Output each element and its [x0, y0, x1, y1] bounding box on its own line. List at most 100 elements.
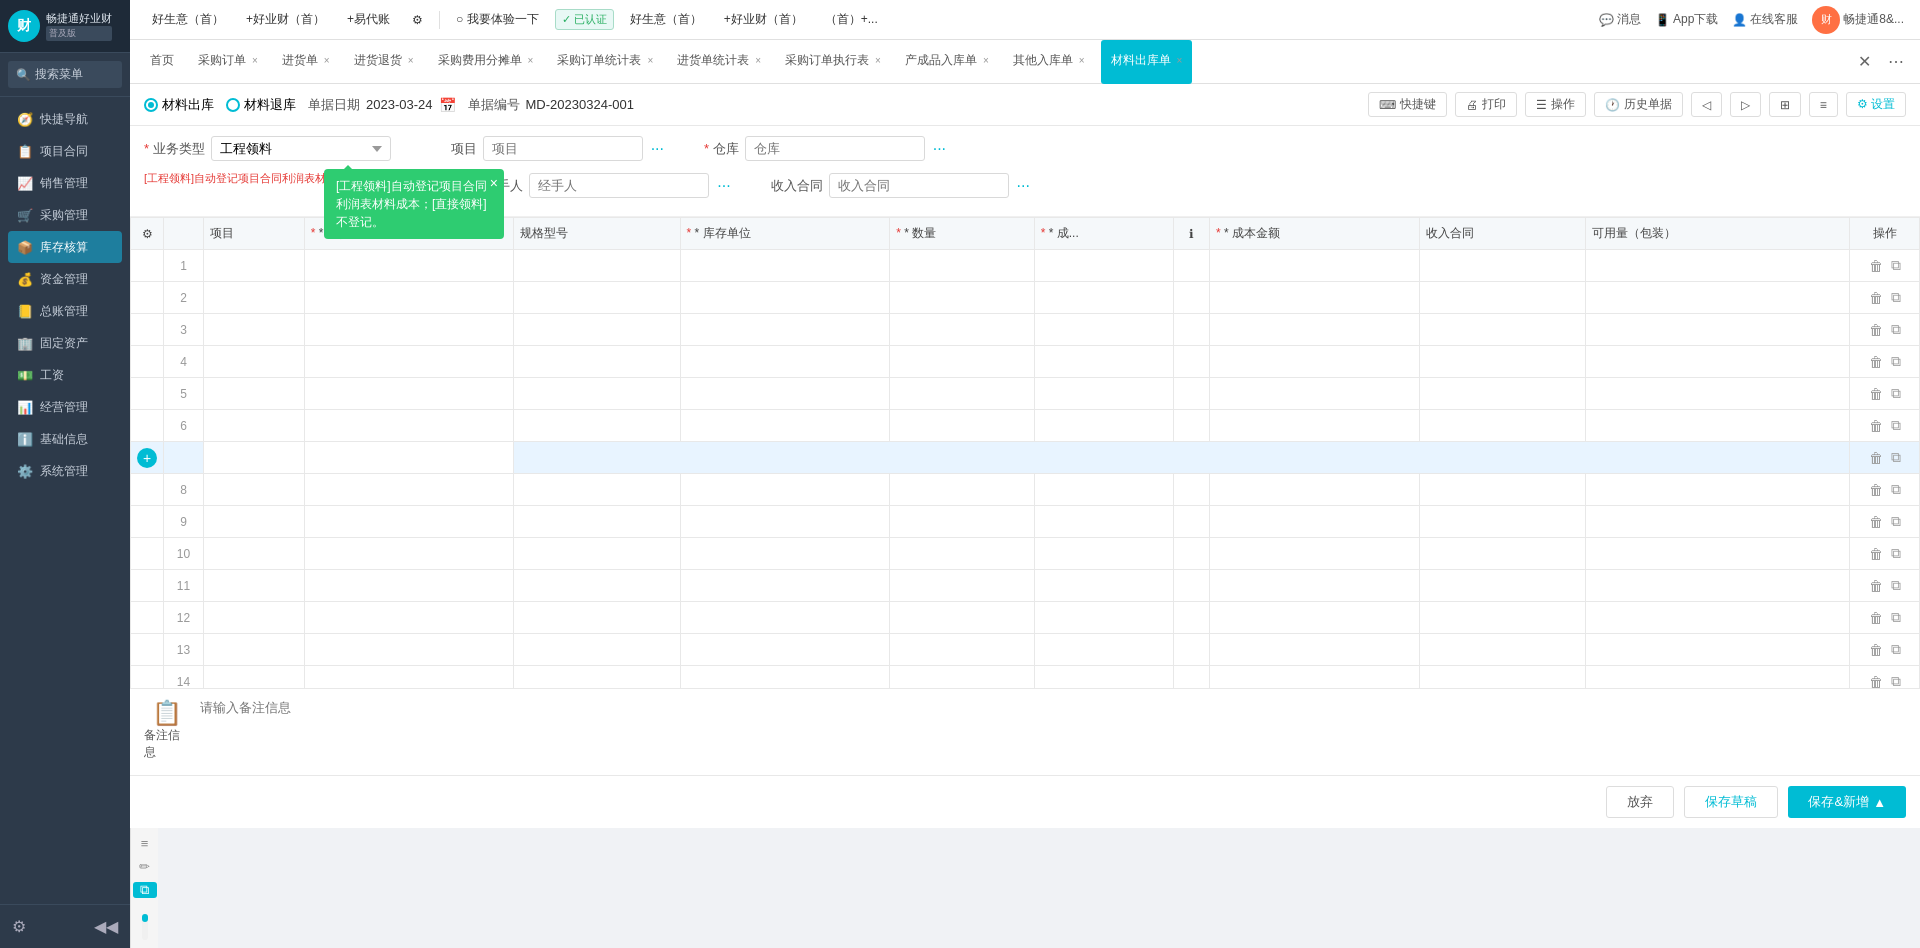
copy-row-button[interactable]: ⧉: [1889, 543, 1903, 564]
prev-record-button[interactable]: ◁: [1691, 92, 1722, 117]
tab-material-outbound[interactable]: 材料出库单 ×: [1101, 40, 1193, 84]
copy-row-button[interactable]: ⧉: [1889, 671, 1903, 688]
sidebar-item-finance[interactable]: 💰 资金管理: [8, 263, 122, 295]
warehouse-input[interactable]: [745, 136, 925, 161]
copy-row-button[interactable]: ⧉: [1889, 351, 1903, 372]
next-record-button[interactable]: ▷: [1730, 92, 1761, 117]
right-panel-btn-2[interactable]: ✏: [133, 859, 157, 874]
copy-row-button[interactable]: ⧉: [1889, 447, 1903, 468]
tab-other-inbound[interactable]: 其他入库单 ×: [1005, 40, 1093, 84]
project-input[interactable]: [483, 136, 643, 161]
tab-close-icon[interactable]: ×: [252, 55, 258, 66]
global-nav-trial[interactable]: ○ 我要体验一下: [450, 8, 545, 31]
delete-row-button[interactable]: 🗑: [1867, 319, 1885, 340]
sidebar-item-inventory[interactable]: 📦 库存核算: [8, 231, 122, 263]
delete-row-button[interactable]: 🗑: [1867, 351, 1885, 372]
add-row-button[interactable]: +: [137, 448, 157, 468]
tab-purchase-fee[interactable]: 采购费用分摊单 ×: [430, 40, 542, 84]
copy-row-button[interactable]: ⧉: [1889, 511, 1903, 532]
sidebar-item-system[interactable]: ⚙️ 系统管理: [8, 455, 122, 487]
settings-footer-button[interactable]: ⚙: [8, 913, 30, 940]
sidebar-item-salary[interactable]: 💵 工资: [8, 359, 122, 391]
tab-close-icon-active[interactable]: ×: [1177, 55, 1183, 66]
tab-close-icon[interactable]: ×: [1079, 55, 1085, 66]
tab-purchase-stats[interactable]: 采购订单统计表 ×: [549, 40, 661, 84]
sidebar-item-sales[interactable]: 📈 销售管理: [8, 167, 122, 199]
tab-close-icon[interactable]: ×: [875, 55, 881, 66]
sidebar-item-ops[interactable]: 📊 经营管理: [8, 391, 122, 423]
radio-material-return[interactable]: 材料退库: [226, 96, 296, 114]
delete-row-button[interactable]: 🗑: [1867, 447, 1885, 468]
global-nav-settings[interactable]: ⚙: [406, 10, 429, 30]
right-panel-btn-1[interactable]: ≡: [133, 836, 157, 851]
delete-row-button[interactable]: 🗑: [1867, 415, 1885, 436]
sidebar-item-assets[interactable]: 🏢 固定资产: [8, 327, 122, 359]
tab-close-icon[interactable]: ×: [983, 55, 989, 66]
app-download-button[interactable]: 📱 App下载: [1655, 11, 1718, 28]
delete-row-button[interactable]: 🗑: [1867, 575, 1885, 596]
sidebar-item-basic[interactable]: ℹ️ 基础信息: [8, 423, 122, 455]
copy-row-button[interactable]: ⧉: [1889, 479, 1903, 500]
list-view-button[interactable]: ≡: [1809, 92, 1838, 117]
copy-row-button[interactable]: ⧉: [1889, 383, 1903, 404]
scrollbar-thumb[interactable]: [142, 914, 148, 922]
delete-row-button[interactable]: 🗑: [1867, 479, 1885, 500]
tab-close-icon[interactable]: ×: [647, 55, 653, 66]
tab-purchase-exec[interactable]: 采购订单执行表 ×: [777, 40, 889, 84]
delete-row-button[interactable]: 🗑: [1867, 671, 1885, 688]
col-gear[interactable]: ⚙: [131, 218, 164, 250]
tab-close-icon[interactable]: ×: [408, 55, 414, 66]
tab-inbound[interactable]: 进货单 ×: [274, 40, 338, 84]
copy-row-button[interactable]: ⧉: [1889, 575, 1903, 596]
global-nav-more[interactable]: （首）+...: [819, 8, 884, 31]
sidebar-item-ledger[interactable]: 📒 总账管理: [8, 295, 122, 327]
tab-home[interactable]: 首页: [142, 40, 182, 84]
history-button[interactable]: 🕐 历史单据: [1594, 92, 1683, 117]
project-dots-button[interactable]: ···: [651, 140, 664, 158]
collapse-sidebar-button[interactable]: ◀◀: [90, 913, 122, 940]
save-new-button[interactable]: 保存&新增 ▲: [1788, 786, 1906, 818]
close-tab-button[interactable]: ✕: [1852, 50, 1876, 74]
col-info[interactable]: ℹ: [1173, 218, 1209, 250]
delete-row-button[interactable]: 🗑: [1867, 543, 1885, 564]
delete-row-button[interactable]: 🗑: [1867, 287, 1885, 308]
shortcut-button[interactable]: ⌨ 快捷键: [1368, 92, 1447, 117]
print-button[interactable]: 🖨 打印: [1455, 92, 1517, 117]
biz-type-select[interactable]: 工程领料: [211, 136, 391, 161]
radio-material-outbound[interactable]: 材料出库: [144, 96, 214, 114]
online-service-button[interactable]: 👤 在线客服: [1732, 11, 1798, 28]
copy-row-button[interactable]: ⧉: [1889, 639, 1903, 660]
income-contract-input[interactable]: [829, 173, 1009, 198]
tab-finished-goods[interactable]: 产成品入库单 ×: [897, 40, 997, 84]
user-profile-button[interactable]: 财 畅捷通8&...: [1812, 6, 1904, 34]
tooltip-close-button[interactable]: ×: [490, 173, 498, 194]
global-nav-yidaizhang[interactable]: +易代账: [341, 8, 396, 31]
operations-button[interactable]: ☰ 操作: [1525, 92, 1586, 117]
sidebar-item-project[interactable]: 📋 项目合同: [8, 135, 122, 167]
global-nav-haoshengyi2[interactable]: 好生意（首）: [624, 8, 708, 31]
delete-row-button[interactable]: 🗑: [1867, 607, 1885, 628]
tab-inbound-stats[interactable]: 进货单统计表 ×: [669, 40, 769, 84]
global-nav-haoshengyi[interactable]: 好生意（首）: [146, 8, 230, 31]
sidebar-item-quicknav[interactable]: 🧭 快捷导航: [8, 103, 122, 135]
delete-row-button[interactable]: 🗑: [1867, 255, 1885, 276]
sidebar-item-purchase[interactable]: 🛒 采购管理: [8, 199, 122, 231]
handler-dots-button[interactable]: ···: [717, 177, 730, 195]
page-settings-button[interactable]: ⚙ 设置: [1846, 92, 1906, 117]
copy-row-button[interactable]: ⧉: [1889, 319, 1903, 340]
copy-row-button[interactable]: ⧉: [1889, 255, 1903, 276]
delete-row-button[interactable]: 🗑: [1867, 511, 1885, 532]
save-draft-button[interactable]: 保存草稿: [1684, 786, 1778, 818]
delete-row-button[interactable]: 🗑: [1867, 639, 1885, 660]
calendar-icon[interactable]: 📅: [439, 97, 456, 113]
warehouse-dots-button[interactable]: ···: [933, 140, 946, 158]
income-contract-dots-button[interactable]: ···: [1017, 177, 1030, 195]
more-tabs-button[interactable]: ⋯: [1884, 50, 1908, 74]
tab-close-icon[interactable]: ×: [755, 55, 761, 66]
grid-view-button[interactable]: ⊞: [1769, 92, 1801, 117]
abandon-button[interactable]: 放弃: [1606, 786, 1674, 818]
global-nav-haoyecai[interactable]: +好业财（首）: [240, 8, 331, 31]
tab-close-icon[interactable]: ×: [324, 55, 330, 66]
message-button[interactable]: 💬 消息: [1599, 11, 1641, 28]
right-panel-btn-3[interactable]: ⧉: [133, 882, 157, 898]
